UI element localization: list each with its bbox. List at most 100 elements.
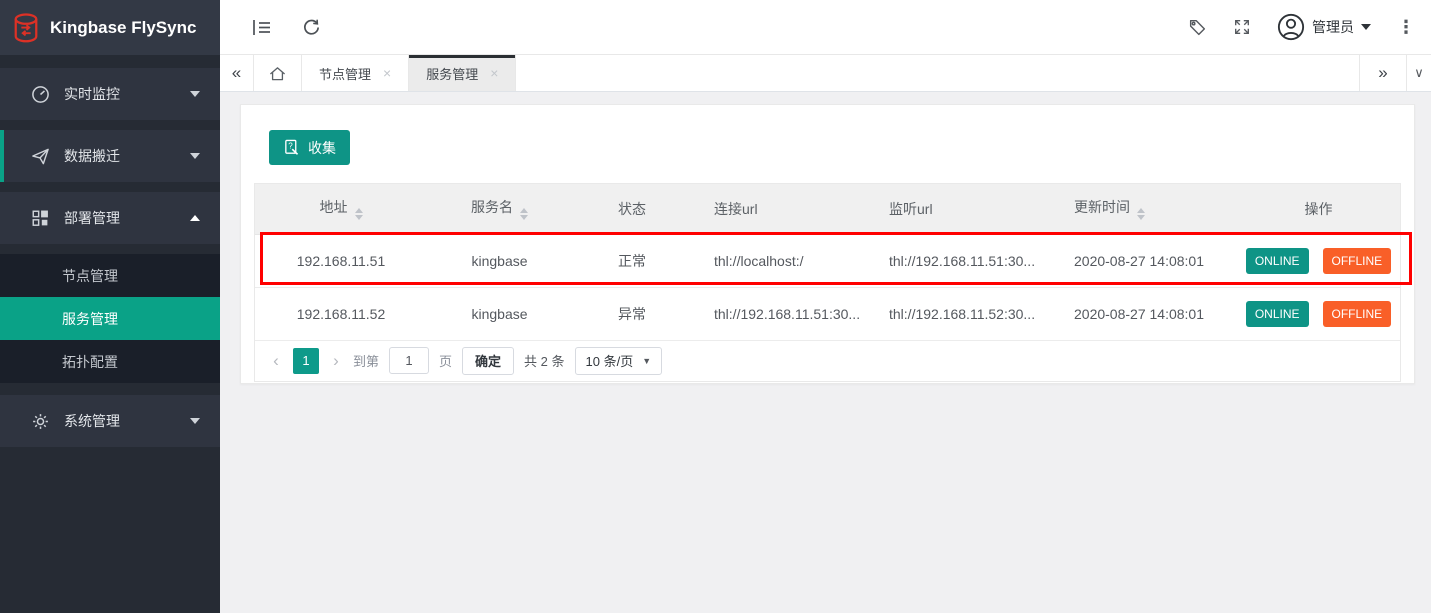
tab-label: 服务管理: [426, 66, 479, 82]
column-header-status: 状态: [572, 184, 692, 235]
total-count-label: 共 2 条: [524, 354, 565, 369]
online-button[interactable]: ONLINE: [1245, 300, 1309, 327]
offline-button[interactable]: OFFLINE: [1322, 247, 1392, 274]
goto-page-label: 到第: [353, 354, 380, 369]
cell-updated: 2020-08-27 14:08:01: [1052, 234, 1237, 288]
column-header-operation: 操作: [1237, 184, 1400, 235]
page-unit-label: 页: [439, 354, 453, 369]
cell-status: 正常: [572, 234, 692, 288]
service-table: 地址 服务名 状态 连接url 监听url 更新时间 操作 192.168.11…: [255, 184, 1400, 341]
fullscreen-icon[interactable]: [1233, 18, 1251, 36]
sidebar-nav: 实时监控 数据搬迁 部署管理 节点管理 服务管理 拓扑配置 系统管理: [0, 55, 220, 457]
app-window: Kingbase FlySync 实时监控 数据搬迁 部署管理 节点管理 服务管…: [0, 0, 1431, 613]
prev-page-icon[interactable]: ‹: [269, 352, 283, 369]
collect-icon: ?: [283, 139, 300, 156]
column-header-connect-url: 连接url: [692, 184, 867, 235]
sidebar: Kingbase FlySync 实时监控 数据搬迁 部署管理 节点管理 服务管…: [0, 0, 220, 613]
send-icon: [30, 146, 50, 166]
page-number-input[interactable]: [389, 347, 430, 374]
sort-icon[interactable]: [520, 208, 528, 221]
sidebar-item-topology-config[interactable]: 拓扑配置: [0, 340, 220, 383]
tab-node-mgmt[interactable]: 节点管理 ×: [302, 55, 410, 91]
cell-service: kingbase: [427, 234, 572, 288]
user-menu[interactable]: 管理员: [1277, 13, 1371, 41]
sidebar-item-data-migration[interactable]: 数据搬迁: [0, 130, 220, 182]
cell-address: 192.168.11.51: [255, 234, 427, 288]
collect-button-label: 收集: [308, 139, 336, 156]
page-size-select[interactable]: 10 条/页 ▼: [574, 346, 663, 375]
confirm-page-button[interactable]: 确定: [462, 346, 515, 375]
content-area: ? 收集 地址 服务名 状态 连接url 监听url 更新时间 操作 192.1…: [220, 92, 1431, 613]
service-table-container: 地址 服务名 状态 连接url 监听url 更新时间 操作 192.168.11…: [254, 183, 1412, 382]
cell-service: kingbase: [427, 287, 572, 341]
cell-address: 192.168.11.52: [255, 287, 427, 341]
tabs-scroll-left-icon[interactable]: «: [220, 55, 254, 91]
table-row: 192.168.11.52 kingbase 异常 thl://192.168.…: [255, 287, 1400, 341]
offline-button[interactable]: OFFLINE: [1322, 300, 1392, 327]
chevron-down-icon: [1361, 24, 1371, 30]
chevron-down-icon: [190, 91, 200, 97]
table-row: 192.168.11.51 kingbase 正常 thl://localhos…: [255, 234, 1400, 288]
close-icon[interactable]: ×: [490, 65, 498, 81]
chevron-down-icon: [190, 418, 200, 424]
column-header-updated[interactable]: 更新时间: [1052, 184, 1237, 235]
next-page-icon[interactable]: ›: [329, 352, 343, 369]
collect-button[interactable]: ? 收集: [269, 130, 350, 165]
gear-icon: [30, 411, 50, 431]
deploy-submenu: 节点管理 服务管理 拓扑配置: [0, 254, 220, 383]
cell-listen-url: thl://192.168.11.52:30...: [867, 287, 1052, 341]
cell-connect-url: thl://localhost:/: [692, 234, 867, 288]
gauge-icon: [30, 84, 50, 104]
sidebar-item-node-mgmt[interactable]: 节点管理: [0, 254, 220, 297]
more-menu-icon[interactable]: ⋮: [1397, 17, 1415, 38]
close-icon[interactable]: ×: [383, 65, 391, 81]
tab-bar: « 节点管理 × 服务管理 × » ∨: [220, 55, 1431, 92]
tag-icon[interactable]: [1188, 18, 1207, 37]
column-header-listen-url: 监听url: [867, 184, 1052, 235]
sidebar-item-service-mgmt[interactable]: 服务管理: [0, 297, 220, 340]
pagination: ‹ 1 › 到第 页 确定 共 2 条 10 条/页 ▼: [255, 340, 1400, 381]
tabs-menu-icon[interactable]: ∨: [1406, 55, 1431, 91]
main-area: 管理员 ⋮ « 节点管理 × 服务管理 × » ∨ ? 收集 地址 服务名 状态…: [220, 0, 1431, 613]
cell-listen-url: thl://192.168.11.51:30...: [867, 234, 1052, 288]
tab-service-mgmt[interactable]: 服务管理 ×: [409, 55, 517, 91]
chevron-up-icon: [190, 215, 200, 221]
top-header: 管理员 ⋮: [220, 0, 1431, 55]
table-header-row: 地址 服务名 状态 连接url 监听url 更新时间 操作: [255, 184, 1400, 235]
sidebar-item-label: 实时监控: [64, 86, 120, 102]
column-header-address[interactable]: 地址: [255, 184, 427, 235]
refresh-icon[interactable]: [302, 18, 321, 37]
sidebar-item-label: 数据搬迁: [64, 148, 120, 164]
current-page-button[interactable]: 1: [293, 347, 319, 374]
app-title: Kingbase FlySync: [50, 17, 197, 37]
tab-label: 节点管理: [319, 66, 372, 82]
topbar-right: 管理员 ⋮: [1188, 13, 1415, 41]
online-button[interactable]: ONLINE: [1245, 247, 1309, 274]
service-card: ? 收集 地址 服务名 状态 连接url 监听url 更新时间 操作 192.1…: [240, 104, 1415, 384]
database-sync-icon: [12, 12, 40, 44]
chevron-down-icon: [190, 153, 200, 159]
tabs-scroll-right-icon[interactable]: »: [1359, 55, 1406, 91]
tabbar-spacer: [516, 55, 1359, 91]
cell-connect-url: thl://192.168.11.51:30...: [692, 287, 867, 341]
topbar-left: [252, 18, 321, 37]
user-name-label: 管理员: [1312, 19, 1354, 35]
collapse-sidebar-icon[interactable]: [252, 19, 272, 36]
sort-icon[interactable]: [1137, 208, 1145, 221]
app-logo: Kingbase FlySync: [0, 0, 220, 55]
cell-operation: ONLINE OFFLINE: [1237, 234, 1400, 288]
cell-operation: ONLINE OFFLINE: [1237, 287, 1400, 341]
page-size-value: 10 条/页: [585, 354, 634, 369]
sidebar-item-realtime-monitor[interactable]: 实时监控: [0, 68, 220, 120]
avatar-icon: [1277, 13, 1305, 41]
sidebar-item-label: 部署管理: [64, 210, 120, 226]
sidebar-item-label: 系统管理: [64, 413, 120, 429]
grid-layout-icon: [30, 208, 50, 228]
column-header-service[interactable]: 服务名: [427, 184, 572, 235]
cell-status: 异常: [572, 287, 692, 341]
sidebar-item-system-mgmt[interactable]: 系统管理: [0, 395, 220, 447]
sidebar-item-deploy-mgmt[interactable]: 部署管理: [0, 192, 220, 244]
home-icon[interactable]: [254, 55, 302, 91]
sort-icon[interactable]: [354, 208, 363, 221]
chevron-down-icon: ▼: [642, 355, 652, 366]
